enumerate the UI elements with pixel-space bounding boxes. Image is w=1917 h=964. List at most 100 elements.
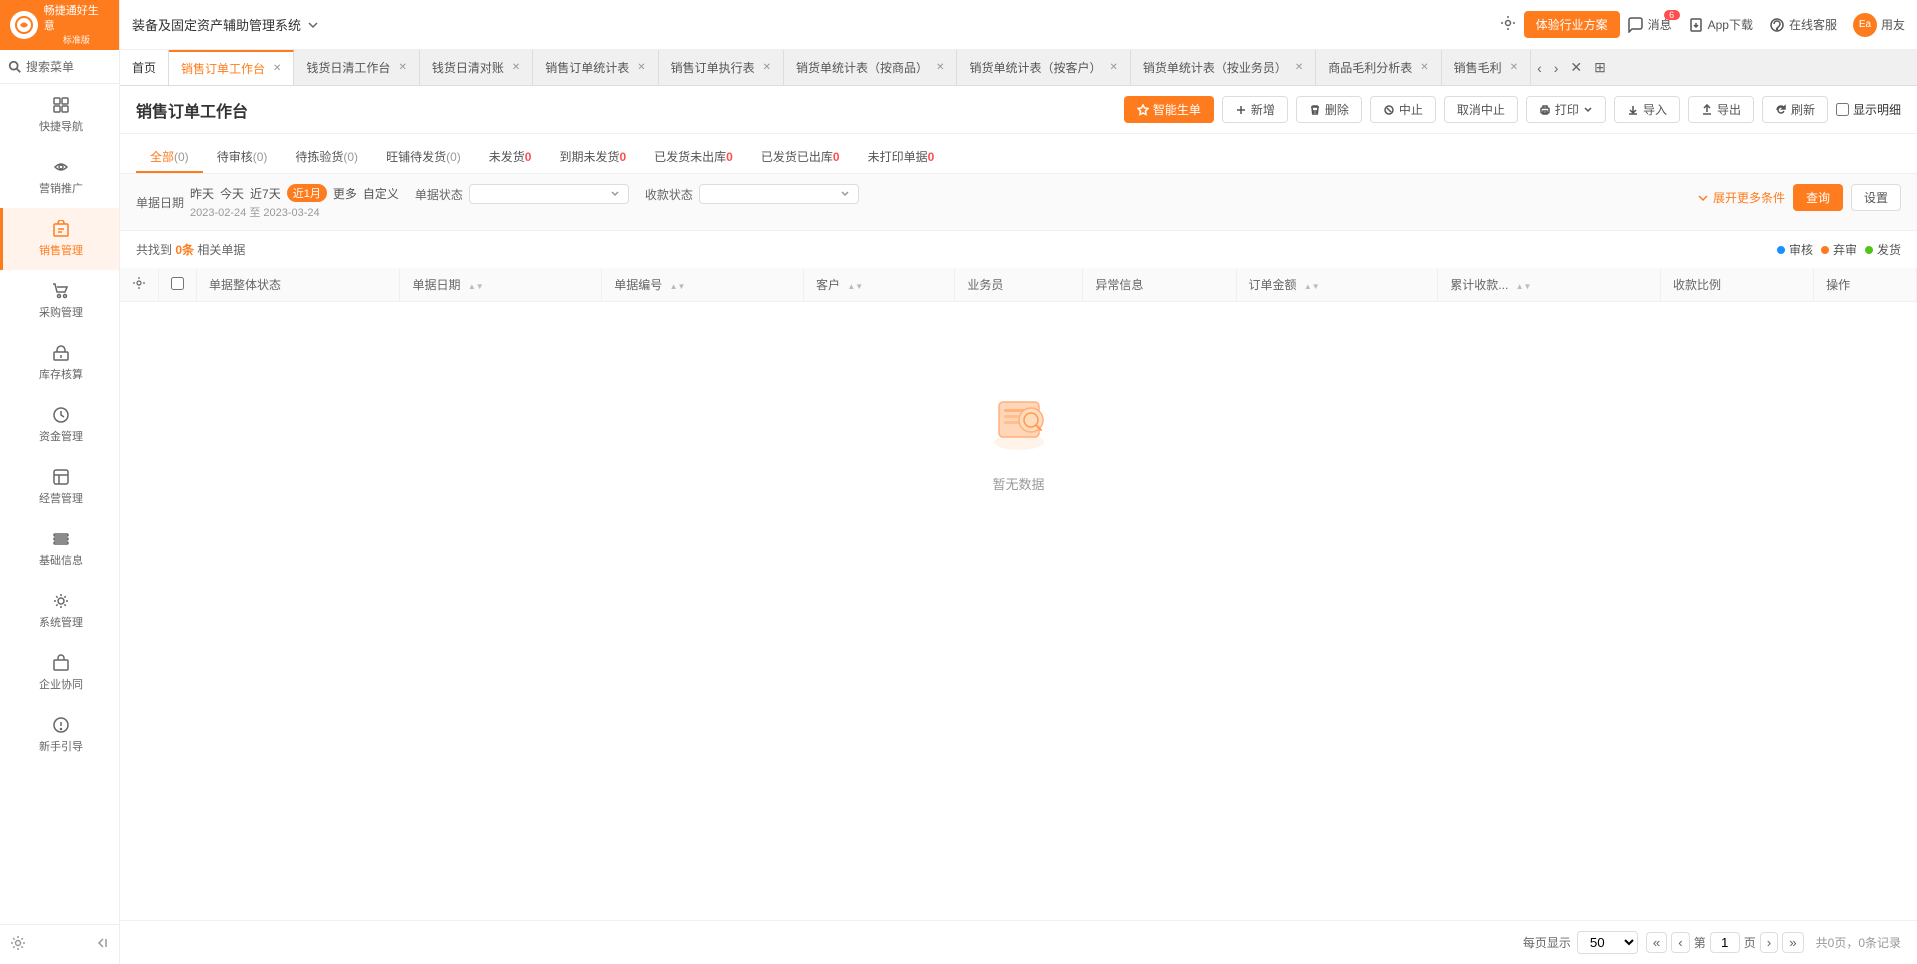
- tab-next-btn[interactable]: ›: [1548, 50, 1565, 86]
- tab-cash-reconcile-close[interactable]: ✕: [512, 62, 520, 73]
- date-opt-today[interactable]: 今天: [220, 185, 244, 202]
- subtab-pending-inspect[interactable]: 待拣验货(0): [281, 142, 372, 173]
- filter-settings-button[interactable]: 设置: [1851, 184, 1901, 211]
- tab-sales-order-exec[interactable]: 销售订单执行表 ✕: [659, 50, 784, 86]
- show-detail-checkbox[interactable]: [1836, 103, 1849, 116]
- subtab-shipped-out[interactable]: 已发货已出库0: [747, 142, 854, 173]
- query-button[interactable]: 查询: [1793, 184, 1843, 211]
- subtab-pending-review[interactable]: 待审核(0): [203, 142, 282, 173]
- sidebar-item-basics[interactable]: 基础信息: [0, 518, 119, 580]
- subtab-wangpu-pending-ship[interactable]: 旺铺待发货(0): [372, 142, 475, 173]
- tab-sales-order-workbench-close[interactable]: ✕: [273, 63, 281, 74]
- th-settings[interactable]: [120, 268, 159, 302]
- sidebar-search[interactable]: 搜索菜单: [0, 50, 119, 84]
- tab-product-margin-close[interactable]: ✕: [1420, 62, 1428, 73]
- last-page-btn[interactable]: »: [1782, 932, 1803, 953]
- sidebar-settings-btn[interactable]: [10, 935, 26, 954]
- date-opt-custom[interactable]: 自定义: [363, 185, 399, 202]
- subtab-shipped-not-out[interactable]: 已发货未出库0: [640, 142, 747, 173]
- sidebar-item-newbie[interactable]: 新手引导: [0, 704, 119, 766]
- gear-settings-btn[interactable]: [1500, 15, 1516, 34]
- first-page-btn[interactable]: «: [1646, 932, 1667, 953]
- subtab-all[interactable]: 全部(0): [136, 142, 203, 173]
- sort-amount-icon[interactable]: ▲▼: [1304, 283, 1320, 291]
- sidebar-item-enterprise[interactable]: 企业协同: [0, 642, 119, 704]
- tab-cash-daily-close[interactable]: ✕: [398, 62, 406, 73]
- tab-cash-reconcile[interactable]: 钱货日清对账 ✕: [420, 50, 533, 86]
- sort-collected-icon[interactable]: ▲▼: [1516, 283, 1532, 291]
- tab-sales-order-workbench[interactable]: 销售订单工作台 ✕: [169, 50, 294, 86]
- sidebar-item-sales[interactable]: 销售管理: [0, 208, 119, 270]
- expand-more-btn[interactable]: 展开更多条件: [1697, 189, 1785, 206]
- select-all-checkbox[interactable]: [171, 277, 184, 290]
- tab-sales-stats-customer[interactable]: 销货单统计表（按客户） ✕: [957, 50, 1130, 86]
- delete-button[interactable]: 删除: [1296, 96, 1362, 123]
- empty-image: [979, 382, 1059, 462]
- tab-sales-stats-product[interactable]: 销货单统计表（按商品） ✕: [784, 50, 957, 86]
- refresh-button[interactable]: 刷新: [1762, 96, 1828, 123]
- tab-expand-btn[interactable]: ⊞: [1588, 50, 1612, 86]
- message-btn[interactable]: 消息 6: [1628, 16, 1672, 33]
- tab-home[interactable]: 首页: [120, 50, 169, 86]
- subtab-not-shipped[interactable]: 未发货0: [475, 142, 546, 173]
- cancel-stop-button[interactable]: 取消中止: [1444, 96, 1518, 123]
- th-amount[interactable]: 订单金额 ▲▼: [1236, 268, 1438, 302]
- tab-sales-stats-staff[interactable]: 销货单统计表（按业务员） ✕: [1131, 50, 1316, 86]
- tab-close-all-btn[interactable]: ✕: [1564, 50, 1588, 86]
- print-button[interactable]: 打印: [1526, 96, 1606, 123]
- tab-sales-gross[interactable]: 销售毛利 ✕: [1442, 50, 1531, 86]
- date-opt-1month[interactable]: 近1月: [287, 184, 327, 202]
- date-opt-yesterday[interactable]: 昨天: [190, 185, 214, 202]
- sort-number-icon[interactable]: ▲▼: [670, 283, 686, 291]
- tab-cash-daily[interactable]: 钱货日清工作台 ✕: [294, 50, 419, 86]
- app-download-btn[interactable]: App下载: [1688, 16, 1753, 33]
- tab-sales-order-exec-close[interactable]: ✕: [763, 62, 771, 73]
- th-date[interactable]: 单据日期 ▲▼: [400, 268, 602, 302]
- tab-sales-stats-customer-close[interactable]: ✕: [1109, 62, 1117, 73]
- sidebar-collapse-btn[interactable]: [93, 935, 109, 954]
- sidebar-item-operations[interactable]: 经营管理: [0, 456, 119, 518]
- smart-create-button[interactable]: 智能生单: [1124, 96, 1214, 123]
- sidebar-item-finance[interactable]: 资金管理: [0, 394, 119, 456]
- page-size-select[interactable]: 10 20 50 100: [1577, 931, 1638, 954]
- stop-button[interactable]: 中止: [1370, 96, 1436, 123]
- review-btn[interactable]: 审核: [1777, 239, 1813, 260]
- th-checkbox[interactable]: [159, 268, 197, 302]
- cancel-review-btn[interactable]: 弃审: [1821, 239, 1857, 260]
- sidebar-item-marketing[interactable]: 营销推广: [0, 146, 119, 208]
- prev-page-btn[interactable]: ‹: [1671, 932, 1689, 953]
- sidebar-item-system[interactable]: 系统管理: [0, 580, 119, 642]
- th-number[interactable]: 单据编号 ▲▼: [602, 268, 804, 302]
- ship-btn[interactable]: 发货: [1865, 239, 1901, 260]
- user-menu-btn[interactable]: Ea 用友: [1853, 13, 1905, 37]
- subtab-not-printed[interactable]: 未打印单据0: [854, 142, 949, 173]
- tab-sales-order-stats-close[interactable]: ✕: [637, 62, 645, 73]
- th-customer[interactable]: 客户 ▲▼: [804, 268, 955, 302]
- tab-product-margin[interactable]: 商品毛利分析表 ✕: [1316, 50, 1441, 86]
- tab-sales-order-stats[interactable]: 销售订单统计表 ✕: [533, 50, 658, 86]
- import-button[interactable]: 导入: [1614, 96, 1680, 123]
- th-collected[interactable]: 累计收款... ▲▼: [1438, 268, 1661, 302]
- date-opt-more[interactable]: 更多: [333, 185, 357, 202]
- sort-customer-icon[interactable]: ▲▼: [847, 283, 863, 291]
- topbar-dropdown[interactable]: [307, 19, 319, 31]
- sort-date-icon[interactable]: ▲▼: [468, 283, 484, 291]
- filter-payment-select[interactable]: [699, 184, 859, 204]
- tab-sales-stats-staff-close[interactable]: ✕: [1295, 62, 1303, 73]
- sidebar-item-quick-nav[interactable]: 快捷导航: [0, 84, 119, 146]
- subtab-overdue-not-shipped[interactable]: 到期未发货0: [545, 142, 640, 173]
- next-page-btn[interactable]: ›: [1760, 932, 1778, 953]
- show-detail-label-wrap[interactable]: 显示明细: [1836, 101, 1901, 118]
- export-button[interactable]: 导出: [1688, 96, 1754, 123]
- add-button[interactable]: 新增: [1222, 96, 1288, 123]
- sidebar-item-inventory[interactable]: 库存核算: [0, 332, 119, 394]
- industry-plan-button[interactable]: 体验行业方案: [1524, 11, 1620, 38]
- online-service-btn[interactable]: 在线客服: [1769, 16, 1837, 33]
- page-input[interactable]: [1710, 932, 1740, 953]
- sidebar-item-purchase[interactable]: 采购管理: [0, 270, 119, 332]
- tab-sales-stats-product-close[interactable]: ✕: [936, 62, 944, 73]
- date-opt-7days[interactable]: 近7天: [250, 185, 281, 202]
- tab-sales-gross-close[interactable]: ✕: [1510, 62, 1518, 73]
- filter-status-select[interactable]: [469, 184, 629, 204]
- tab-prev-btn[interactable]: ‹: [1531, 50, 1548, 86]
